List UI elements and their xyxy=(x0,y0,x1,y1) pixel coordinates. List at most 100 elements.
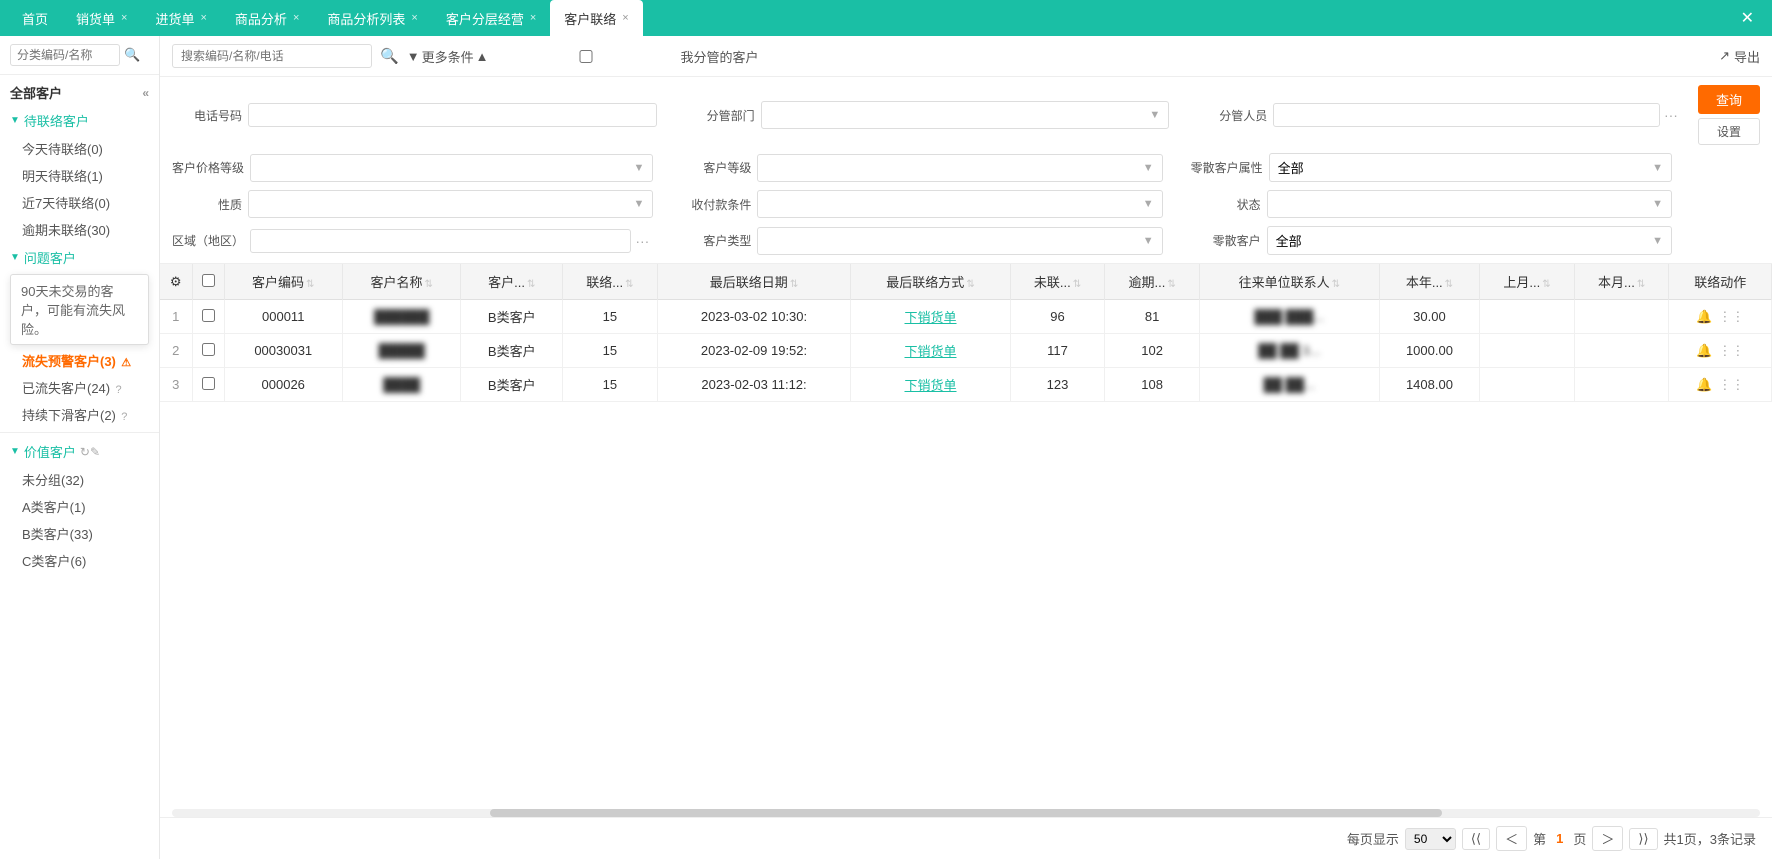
col-not-contacted[interactable]: 未联...⇅ xyxy=(1010,264,1105,300)
ellipsis-icon[interactable]: ··· xyxy=(1660,107,1682,123)
tab-analysis-list[interactable]: 商品分析列表 × xyxy=(313,0,431,36)
region-ellipsis-icon[interactable]: ··· xyxy=(631,233,653,249)
row-checkbox-cell[interactable] xyxy=(192,300,224,334)
col-contact-count[interactable]: 联络...⇅ xyxy=(563,264,658,300)
close-icon[interactable]: × xyxy=(293,12,299,24)
tab-customer-layer[interactable]: 客户分层经营 × xyxy=(432,0,550,36)
close-icon[interactable]: × xyxy=(200,12,206,24)
col-unit-contact[interactable]: 往来单位联系人⇅ xyxy=(1199,264,1379,300)
next-page-button[interactable]: ＞ xyxy=(1592,826,1623,851)
col-last-date[interactable]: 最后联络日期⇅ xyxy=(657,264,851,300)
row-checkbox-cell[interactable] xyxy=(192,334,224,368)
sidebar-group-problem[interactable]: ▼ 问题客户 xyxy=(0,243,159,272)
manager-input[interactable] xyxy=(1273,103,1660,127)
window-close-button[interactable]: ✕ xyxy=(1731,8,1764,28)
sidebar-search-input[interactable] xyxy=(10,44,120,66)
sidebar-item-today[interactable]: 今天待联络(0) xyxy=(0,135,159,162)
search-input[interactable] xyxy=(172,44,372,68)
retail-attr-select[interactable]: 全部 ▼ xyxy=(1269,153,1672,182)
more-conditions-button[interactable]: ▼ 更多条件 ▲ xyxy=(407,47,489,66)
col-checkbox[interactable] xyxy=(192,264,224,300)
tab-home[interactable]: 首页 xyxy=(8,0,62,36)
search-button[interactable]: 🔍 xyxy=(380,47,399,65)
contact-icon[interactable]: 🔔 xyxy=(1696,377,1712,393)
col-type[interactable]: 客户...⇅ xyxy=(461,264,563,300)
sidebar-group-pending[interactable]: ▼ 待联络客户 xyxy=(0,106,159,135)
first-page-button[interactable]: ⟨⟨ xyxy=(1462,828,1490,850)
customer-type-select[interactable]: ▼ xyxy=(757,227,1162,255)
sidebar-search-icon[interactable]: 🔍 xyxy=(124,47,140,63)
per-page-select[interactable]: 50 100 xyxy=(1405,828,1456,850)
more-actions-icon[interactable]: ⋮⋮ xyxy=(1718,343,1744,359)
sidebar-item-overdue[interactable]: 逾期未联络(30) xyxy=(0,216,159,243)
col-settings[interactable]: ⚙ xyxy=(160,264,192,300)
close-icon[interactable]: × xyxy=(121,12,127,24)
col-name[interactable]: 客户名称⇅ xyxy=(342,264,460,300)
tab-analysis[interactable]: 商品分析 × xyxy=(221,0,313,36)
sidebar-root[interactable]: 全部客户 « xyxy=(0,75,159,106)
close-icon[interactable]: × xyxy=(411,12,417,24)
scrollbar-thumb[interactable] xyxy=(490,809,1443,817)
row-last-method[interactable]: 下销货单 xyxy=(851,300,1010,334)
col-overdue[interactable]: 逾期...⇅ xyxy=(1105,264,1200,300)
contact-icon[interactable]: 🔔 xyxy=(1696,309,1712,325)
payment-select[interactable]: ▼ xyxy=(757,190,1162,218)
col-this-month[interactable]: 本月...⇅ xyxy=(1574,264,1669,300)
horizontal-scrollbar[interactable] xyxy=(172,809,1760,817)
price-grade-select[interactable]: ▼ xyxy=(250,154,653,182)
col-last-month[interactable]: 上月...⇅ xyxy=(1480,264,1575,300)
sidebar-item-a-class[interactable]: A类客户(1) xyxy=(0,493,159,520)
col-this-year[interactable]: 本年...⇅ xyxy=(1379,264,1480,300)
select-all-checkbox[interactable] xyxy=(202,274,215,287)
region-input[interactable] xyxy=(250,229,631,253)
close-icon-active[interactable]: × xyxy=(622,12,628,24)
status-select[interactable]: ▼ xyxy=(1267,190,1672,218)
sidebar-group-value[interactable]: ▼ 价值客户 ↻ ✎ xyxy=(0,437,159,466)
sidebar-item-churn-warning[interactable]: 流失预警客户(3) ⚠ xyxy=(0,347,159,374)
col-last-method[interactable]: 最后联络方式⇅ xyxy=(851,264,1010,300)
row-actions[interactable]: 🔔 ⋮⋮ xyxy=(1669,334,1772,368)
col-code[interactable]: 客户编码⇅ xyxy=(224,264,342,300)
tab-customer-contact[interactable]: 客户联络 × xyxy=(550,0,642,36)
query-button[interactable]: 查询 xyxy=(1698,85,1760,114)
export-button[interactable]: ↗ 导出 xyxy=(1719,47,1760,66)
more-actions-icon[interactable]: ⋮⋮ xyxy=(1718,377,1744,393)
contact-icon[interactable]: 🔔 xyxy=(1696,343,1712,359)
row-last-method[interactable]: 下销货单 xyxy=(851,334,1010,368)
row-actions[interactable]: 🔔 ⋮⋮ xyxy=(1669,368,1772,402)
row-checkbox[interactable] xyxy=(202,343,215,356)
retail-customer-select[interactable]: 全部 ▼ xyxy=(1267,226,1672,255)
customer-grade-select[interactable]: ▼ xyxy=(757,154,1162,182)
sidebar-item-ungrouped[interactable]: 未分组(32) xyxy=(0,466,159,493)
dept-label: 分管部门 xyxy=(685,107,755,124)
last-page-button[interactable]: ⟩⟩ xyxy=(1629,828,1657,850)
dept-select[interactable]: ▼ xyxy=(761,101,1170,129)
settings-button[interactable]: 设置 xyxy=(1698,118,1760,145)
sidebar-item-churned[interactable]: 已流失客户(24) ? xyxy=(0,374,159,401)
phone-input[interactable] xyxy=(248,103,657,127)
my-customers-checkbox-label[interactable]: 我分管的客户 xyxy=(496,47,758,66)
sidebar-item-tomorrow[interactable]: 明天待联络(1) xyxy=(0,162,159,189)
row-last-month xyxy=(1480,300,1575,334)
tab-purchase[interactable]: 进货单 × xyxy=(141,0,220,36)
sidebar-item-7days[interactable]: 近7天待联络(0) xyxy=(0,189,159,216)
arrow-icon: ▼ xyxy=(10,252,20,263)
row-actions[interactable]: 🔔 ⋮⋮ xyxy=(1669,300,1772,334)
row-checkbox[interactable] xyxy=(202,309,215,322)
my-customers-checkbox[interactable] xyxy=(496,50,676,63)
sidebar-item-declining[interactable]: 持续下滑客户(2) ? xyxy=(0,401,159,428)
gender-select[interactable]: ▼ xyxy=(248,190,653,218)
row-not-contacted: 96 xyxy=(1010,300,1105,334)
sidebar-item-c-class[interactable]: C类客户(6) xyxy=(0,547,159,574)
close-icon[interactable]: × xyxy=(530,12,536,24)
row-checkbox-cell[interactable] xyxy=(192,368,224,402)
row-checkbox[interactable] xyxy=(202,377,215,390)
prev-page-button[interactable]: ＜ xyxy=(1496,826,1527,851)
row-last-method[interactable]: 下销货单 xyxy=(851,368,1010,402)
edit-icon[interactable]: ✎ xyxy=(90,445,100,459)
refresh-icon[interactable]: ↻ xyxy=(80,445,90,459)
sidebar-item-b-class[interactable]: B类客户(33) xyxy=(0,520,159,547)
tab-sales[interactable]: 销货单 × xyxy=(62,0,141,36)
collapse-icon[interactable]: « xyxy=(142,86,149,100)
more-actions-icon[interactable]: ⋮⋮ xyxy=(1718,309,1744,325)
